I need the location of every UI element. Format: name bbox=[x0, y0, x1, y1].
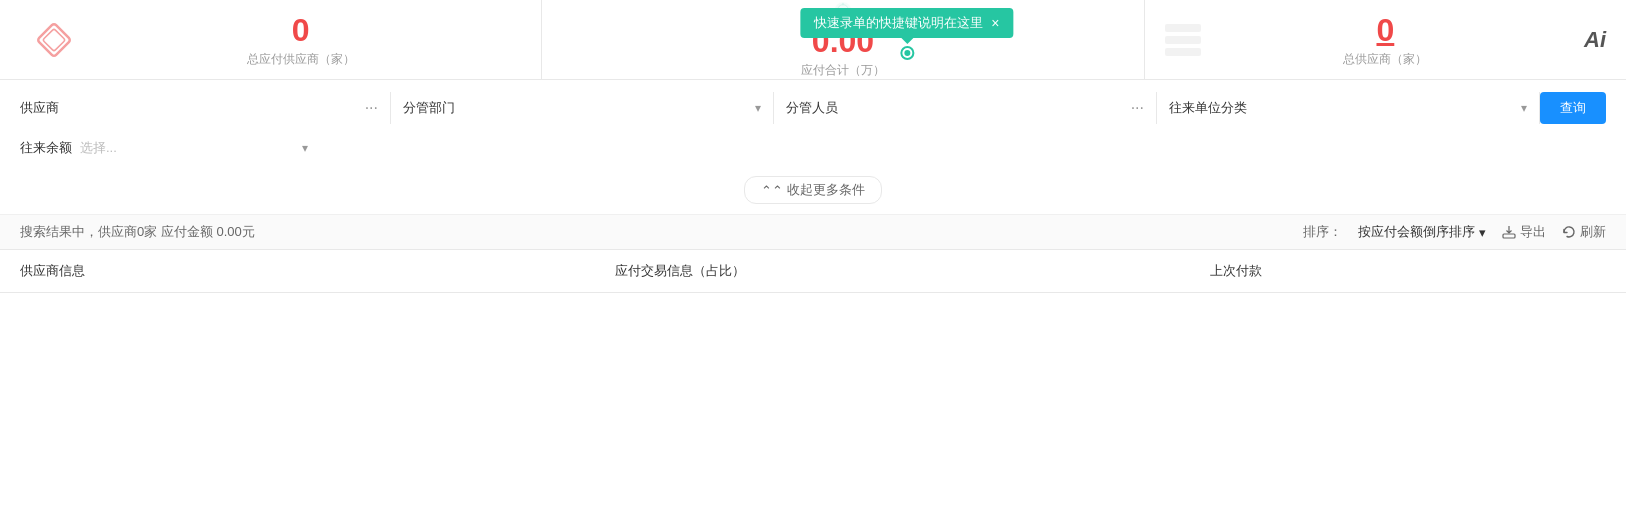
tooltip-close-button[interactable]: × bbox=[991, 16, 999, 30]
filter-row-2: 往来余额 选择... ▾ bbox=[20, 132, 1606, 170]
filter-row-1: 供应商 ··· 分管部门 ▾ 分管人员 ··· 往来单位分类 ▾ 查询 bbox=[20, 92, 1606, 124]
refresh-label: 刷新 bbox=[1580, 223, 1606, 241]
person-input[interactable] bbox=[846, 101, 1131, 116]
filter-section: 供应商 ··· 分管部门 ▾ 分管人员 ··· 往来单位分类 ▾ 查询 往来余额… bbox=[0, 80, 1626, 215]
balance-dropdown-icon[interactable]: ▾ bbox=[302, 141, 308, 155]
export-button[interactable]: 导出 bbox=[1502, 223, 1546, 241]
sort-dropdown-icon[interactable]: ▾ bbox=[1479, 225, 1486, 240]
person-label: 分管人员 bbox=[786, 99, 838, 117]
table-body bbox=[0, 293, 1626, 515]
stat-payable-total: 0.00 应付合计（万） 快速录单的快捷键说明在这里 × bbox=[542, 0, 1145, 79]
collapse-bar: ⌃⌃ 收起更多条件 bbox=[20, 170, 1606, 206]
col-last-payment: 上次付款 bbox=[1210, 262, 1607, 280]
unit-dropdown-icon[interactable]: ▾ bbox=[1521, 101, 1527, 115]
person-filter[interactable]: 分管人员 ··· bbox=[774, 92, 1157, 124]
refresh-button[interactable]: 刷新 bbox=[1562, 223, 1606, 241]
unit-label: 往来单位分类 bbox=[1169, 99, 1247, 117]
total-payable-label: 总应付供应商（家） bbox=[247, 51, 355, 68]
query-button[interactable]: 查询 bbox=[1540, 92, 1606, 124]
tooltip-text: 快速录单的快捷键说明在这里 bbox=[814, 14, 983, 32]
total-suppliers-label: 总供应商（家） bbox=[1343, 51, 1427, 68]
col-supplier-info: 供应商信息 bbox=[20, 262, 615, 280]
ai-badge: Ai bbox=[1584, 27, 1606, 53]
balance-label: 往来余额 bbox=[20, 139, 72, 157]
dept-filter[interactable]: 分管部门 ▾ bbox=[391, 92, 774, 124]
unit-input[interactable] bbox=[1255, 101, 1521, 116]
sort-value: 按应付会额倒序排序 bbox=[1358, 223, 1475, 241]
diamond-icon bbox=[30, 16, 78, 64]
dept-dropdown-icon[interactable]: ▾ bbox=[755, 101, 761, 115]
stat-total-payable-suppliers: 0 总应付供应商（家） bbox=[0, 0, 542, 79]
col-payable-transaction: 应付交易信息（占比） bbox=[615, 262, 1210, 280]
total-suppliers-number: 0 bbox=[1376, 11, 1394, 49]
refresh-icon bbox=[1562, 225, 1576, 239]
svg-point-6 bbox=[842, 3, 844, 5]
sort-label: 排序： bbox=[1303, 223, 1342, 241]
supplier-filter[interactable]: 供应商 ··· bbox=[20, 92, 391, 124]
sort-select[interactable]: 按应付会额倒序排序 ▾ bbox=[1358, 223, 1486, 241]
unit-filter[interactable]: 往来单位分类 ▾ bbox=[1157, 92, 1540, 124]
payable-total-label: 应付合计（万） bbox=[801, 62, 885, 79]
total-payable-number: 0 bbox=[292, 11, 310, 49]
collapse-up-icon: ⌃⌃ bbox=[761, 183, 783, 198]
balance-filter[interactable]: 往来余额 选择... ▾ bbox=[20, 132, 320, 164]
dept-label: 分管部门 bbox=[403, 99, 455, 117]
results-info: 搜索结果中，供应商0家 应付金额 0.00元 bbox=[20, 223, 255, 241]
stat-total-suppliers: 0 总供应商（家） Ai bbox=[1145, 0, 1626, 79]
dept-input[interactable] bbox=[463, 101, 755, 116]
shortcut-tooltip: 快速录单的快捷键说明在这里 × bbox=[800, 8, 1013, 38]
balance-placeholder: 选择... bbox=[80, 139, 117, 157]
svg-rect-0 bbox=[37, 23, 71, 57]
person-more-icon[interactable]: ··· bbox=[1131, 99, 1144, 117]
stats-bar: 0 总应付供应商（家） 0.00 应付合计（万） 快速录单的快捷键说明在这里 × bbox=[0, 0, 1626, 80]
tooltip-dot bbox=[902, 48, 912, 58]
results-actions: 排序： 按应付会额倒序排序 ▾ 导出 刷新 bbox=[1303, 223, 1606, 241]
export-label: 导出 bbox=[1520, 223, 1546, 241]
export-icon bbox=[1502, 225, 1516, 239]
table-header: 供应商信息 应付交易信息（占比） 上次付款 bbox=[0, 250, 1626, 293]
svg-rect-7 bbox=[1503, 234, 1515, 238]
supplier-input[interactable] bbox=[67, 101, 365, 116]
supplier-label: 供应商 bbox=[20, 99, 59, 117]
collapse-button[interactable]: ⌃⌃ 收起更多条件 bbox=[744, 176, 882, 204]
results-bar: 搜索结果中，供应商0家 应付金额 0.00元 排序： 按应付会额倒序排序 ▾ 导… bbox=[0, 215, 1626, 250]
collapse-label: 收起更多条件 bbox=[787, 181, 865, 199]
supplier-more-icon[interactable]: ··· bbox=[365, 99, 378, 117]
